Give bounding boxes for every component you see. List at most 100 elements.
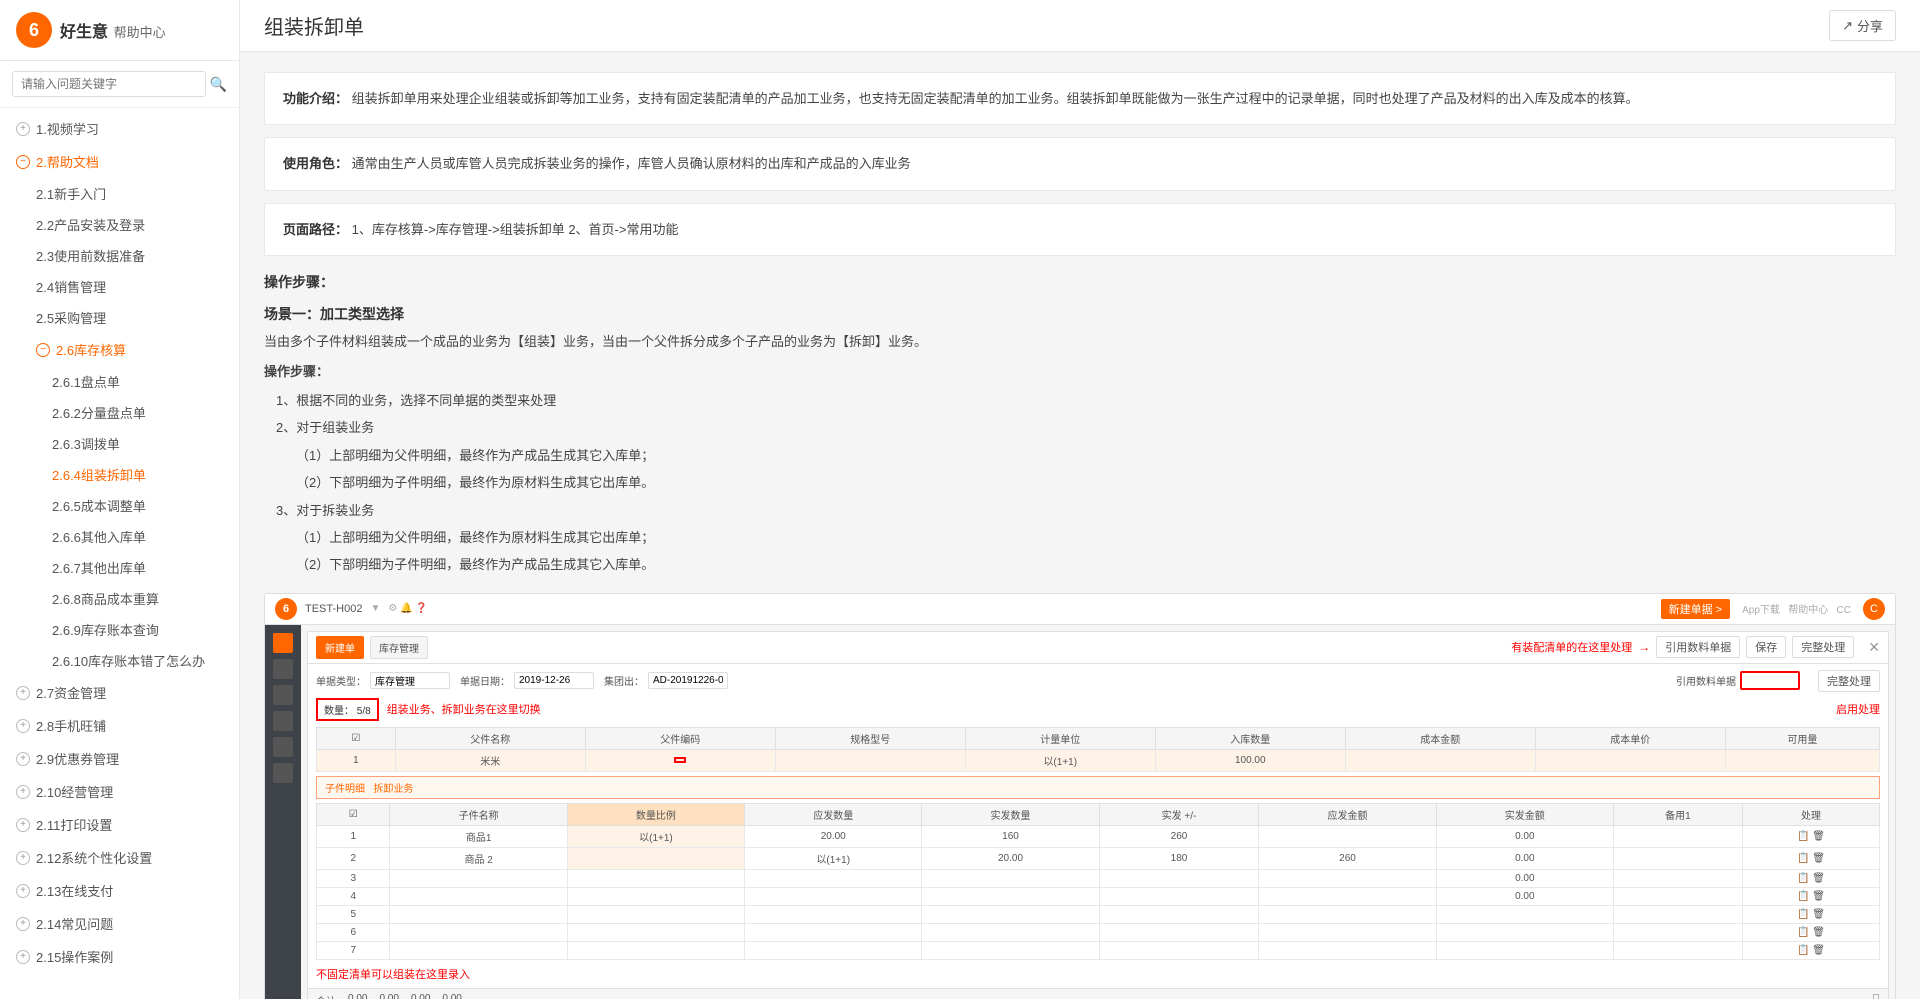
steps-title: 操作步骤： (264, 360, 1896, 383)
sidebar-item-2-14[interactable]: + 2.14常见问题 (0, 907, 239, 940)
mock-confirm-btn[interactable]: 完整处理 (1792, 636, 1854, 658)
sidebar-item-2-9[interactable]: + 2.9优惠券管理 (0, 742, 239, 775)
step2-sub1: （1）上部明细为父件明细，最终作为产成品生成其它入库单； (296, 444, 1896, 467)
sidebar-item-2-6-6[interactable]: 2.6.6其他入库单 (0, 521, 239, 552)
mock-upper-table-wrapper: ☑ 父件名称 父件编码 规格型号 计量单位 入库数量 成本金额 成本单价 (308, 723, 1888, 776)
sidebar-item-video-label: 1.视频学习 (36, 119, 99, 138)
mock-tab-new[interactable]: 新建单 (316, 636, 364, 659)
sidebar-item-2-2[interactable]: 2.2产品安装及登录 (0, 209, 239, 240)
sidebar-item-2-6-5[interactable]: 2.6.5成本调整单 (0, 490, 239, 521)
expand-icon: + (16, 122, 30, 136)
col-spec: 规格型号 (775, 727, 965, 749)
sidebar-item-2-6-2[interactable]: 2.6.2分量盘点单 (0, 397, 239, 428)
sidebar-item-2-6-10[interactable]: 2.6.10库存账本错了怎么办 (0, 645, 239, 676)
mock-tab-list[interactable]: 库存管理 (370, 636, 428, 659)
sidebar-item-2-12[interactable]: + 2.12系统个性化设置 (0, 841, 239, 874)
sidebar: 6 好生意 帮助中心 🔍 + 1.视频学习 − 2.帮助文档 2.1新手入门 2… (0, 0, 240, 999)
sidebar-item-2-6-3[interactable]: 2.6.3调拨单 (0, 428, 239, 459)
annot3-label: 启用处理 (1836, 701, 1880, 717)
steps-list: 1、根据不同的业务，选择不同单据的类型来处理 2、对于组装业务 （1）上部明细为… (276, 389, 1896, 577)
mock-sidebar-icon-4 (273, 711, 293, 731)
sidebar-item-2-6-9[interactable]: 2.6.9库存账本查询 (0, 614, 239, 645)
col-unit-cost: 成本单价 (1535, 727, 1725, 749)
search-button[interactable]: 🔍 (210, 76, 227, 93)
collapse-icon: − (16, 155, 30, 169)
sidebar-item-2-6-7[interactable]: 2.6.7其他出库单 (0, 552, 239, 583)
expand-2-14-icon: + (16, 917, 30, 931)
mock-lower-table: ☑ 子件名称 数量比例 应发数量 实发数量 实发 +/- 应发金额 实发金额 (316, 803, 1880, 960)
sidebar-item-2-3[interactable]: 2.3使用前数据准备 (0, 240, 239, 271)
table-row: 2商品 2以(1+1)20.001802600.00📋 🗑 (317, 847, 1880, 869)
mock-close-icon[interactable]: ✕ (1868, 639, 1880, 656)
mock-field-id: 集团出： (604, 672, 728, 689)
expand-2-12-icon: + (16, 851, 30, 865)
mock-import-btn[interactable]: 引用数料单据 (1656, 636, 1740, 658)
mock-topbar: 6 TEST-H002 ▼ ⚙ 🔔 ❓ 新建单据 > App下载 帮助中心 CC… (265, 594, 1895, 625)
sidebar-item-2-15-label: 2.15操作案例 (36, 947, 113, 966)
sidebar-item-docs[interactable]: − 2.帮助文档 (0, 145, 239, 178)
sidebar-item-2-4[interactable]: 2.4销售管理 (0, 271, 239, 302)
sidebar-item-2-6-1[interactable]: 2.6.1盘点单 (0, 366, 239, 397)
mock-save-btn[interactable]: 保存 (1746, 636, 1786, 658)
content-area: 功能介绍： 组装拆卸单用来处理企业组装或拆卸等加工业务，支持有固定装配清单的产品… (240, 52, 1920, 999)
table-row: 1 米米 以(1+1) 100.00 (317, 749, 1880, 771)
feature-label: 功能介绍： (283, 91, 348, 106)
screenshot-container: 6 TEST-H002 ▼ ⚙ 🔔 ❓ 新建单据 > App下载 帮助中心 CC… (264, 593, 1896, 999)
sidebar-item-video[interactable]: + 1.视频学习 (0, 112, 239, 145)
share-button[interactable]: ↗ 分享 (1829, 10, 1896, 41)
sidebar-item-2-15[interactable]: + 2.15操作案例 (0, 940, 239, 973)
mock-icons: ⚙ 🔔 ❓ (388, 603, 427, 614)
search-box: 🔍 (0, 61, 239, 108)
mock-footer: 合计 0.00 0.00 0.00 0.00  (308, 988, 1888, 999)
col-in-qty: 入库数量 (1155, 727, 1345, 749)
sidebar-item-2-7[interactable]: + 2.7资金管理 (0, 676, 239, 709)
sidebar-item-2-10-label: 2.10经营管理 (36, 782, 113, 801)
mock-field-date-input[interactable] (514, 672, 594, 689)
col-avail: 可用量 (1725, 727, 1879, 749)
sidebar-item-2-8[interactable]: + 2.8手机旺铺 (0, 709, 239, 742)
mock-sidebar-icon-2 (273, 659, 293, 679)
mock-new-order-btn[interactable]: 新建单据 > (1661, 599, 1730, 619)
sidebar-item-2-6-4[interactable]: 2.6.4组装拆卸单 (0, 459, 239, 490)
sidebar-item-2-7-label: 2.7资金管理 (36, 683, 106, 702)
sidebar-item-2-1[interactable]: 2.1新手入门 (0, 178, 239, 209)
mock-body: 新建单 库存管理 有装配清单的在这里处理 → 引用数料单据 保存 (265, 625, 1895, 999)
sidebar-item-2-10[interactable]: + 2.10经营管理 (0, 775, 239, 808)
sidebar-item-2-6-label: 2.6库存核算 (56, 340, 126, 359)
table-row: 1商品1以(1+1)20.001602600.00📋 🗑 (317, 825, 1880, 847)
mock-field-id-input[interactable] (648, 672, 728, 689)
step3: 3、对于拆装业务 (276, 499, 1896, 522)
mock-dialog-header: 新建单 库存管理 有装配清单的在这里处理 → 引用数料单据 保存 (308, 632, 1888, 664)
table-row: 7📋 🗑 (317, 941, 1880, 959)
search-input[interactable] (12, 71, 206, 97)
role-label: 使用角色： (283, 156, 348, 171)
step2: 2、对于组装业务 (276, 416, 1896, 439)
mock-dialog: 新建单 库存管理 有装配清单的在这里处理 → 引用数料单据 保存 (307, 631, 1889, 999)
mock-expand-btn[interactable]: 完整处理 (1818, 670, 1880, 692)
sidebar-item-2-6[interactable]: − 2.6库存核算 (0, 333, 239, 366)
main-content: 组装拆卸单 ↗ 分享 功能介绍： 组装拆卸单用来处理企业组装或拆卸等加工业务，支… (240, 0, 1920, 999)
sidebar-item-2-13[interactable]: + 2.13在线支付 (0, 874, 239, 907)
mock-field-date: 单据日期： (460, 672, 594, 689)
expand-2-8-icon: + (16, 719, 30, 733)
mock-sidebar-icon-1 (273, 633, 293, 653)
step1: 1、根据不同的业务，选择不同单据的类型来处理 (276, 389, 1896, 412)
mock-sidebar-icon-3 (273, 685, 293, 705)
annot-cell (674, 757, 686, 763)
sidebar-item-2-5[interactable]: 2.5采购管理 (0, 302, 239, 333)
step3-sub2: （2）下部明细为子件明细，最终作为产成品生成其它入库单。 (296, 553, 1896, 576)
expand-2-9-icon: + (16, 752, 30, 766)
mock-lower-header: 子件明细 拆卸业务 (316, 776, 1880, 799)
step2-sub2: （2）下部明细为子件明细，最终作为原材料生成其它出库单。 (296, 471, 1896, 494)
sidebar-item-2-11[interactable]: + 2.11打印设置 (0, 808, 239, 841)
sidebar-item-2-6-8[interactable]: 2.6.8商品成本重算 (0, 583, 239, 614)
mock-field-type-input[interactable] (370, 672, 450, 689)
mock-sidebar (265, 625, 301, 999)
table-row: 40.00📋 🗑 (317, 887, 1880, 905)
scene1-desc: 当由多个子件材料组装成一个成品的业务为【组装】业务，当由一个父件拆分成多个子产品… (264, 330, 1896, 353)
mock-sidebar-icon-5 (273, 737, 293, 757)
expand-2-7-icon: + (16, 686, 30, 700)
col-parent-name: 父件名称 (395, 727, 585, 749)
share-icon: ↗ (1842, 18, 1853, 34)
mock-ref-input[interactable] (1740, 671, 1800, 690)
